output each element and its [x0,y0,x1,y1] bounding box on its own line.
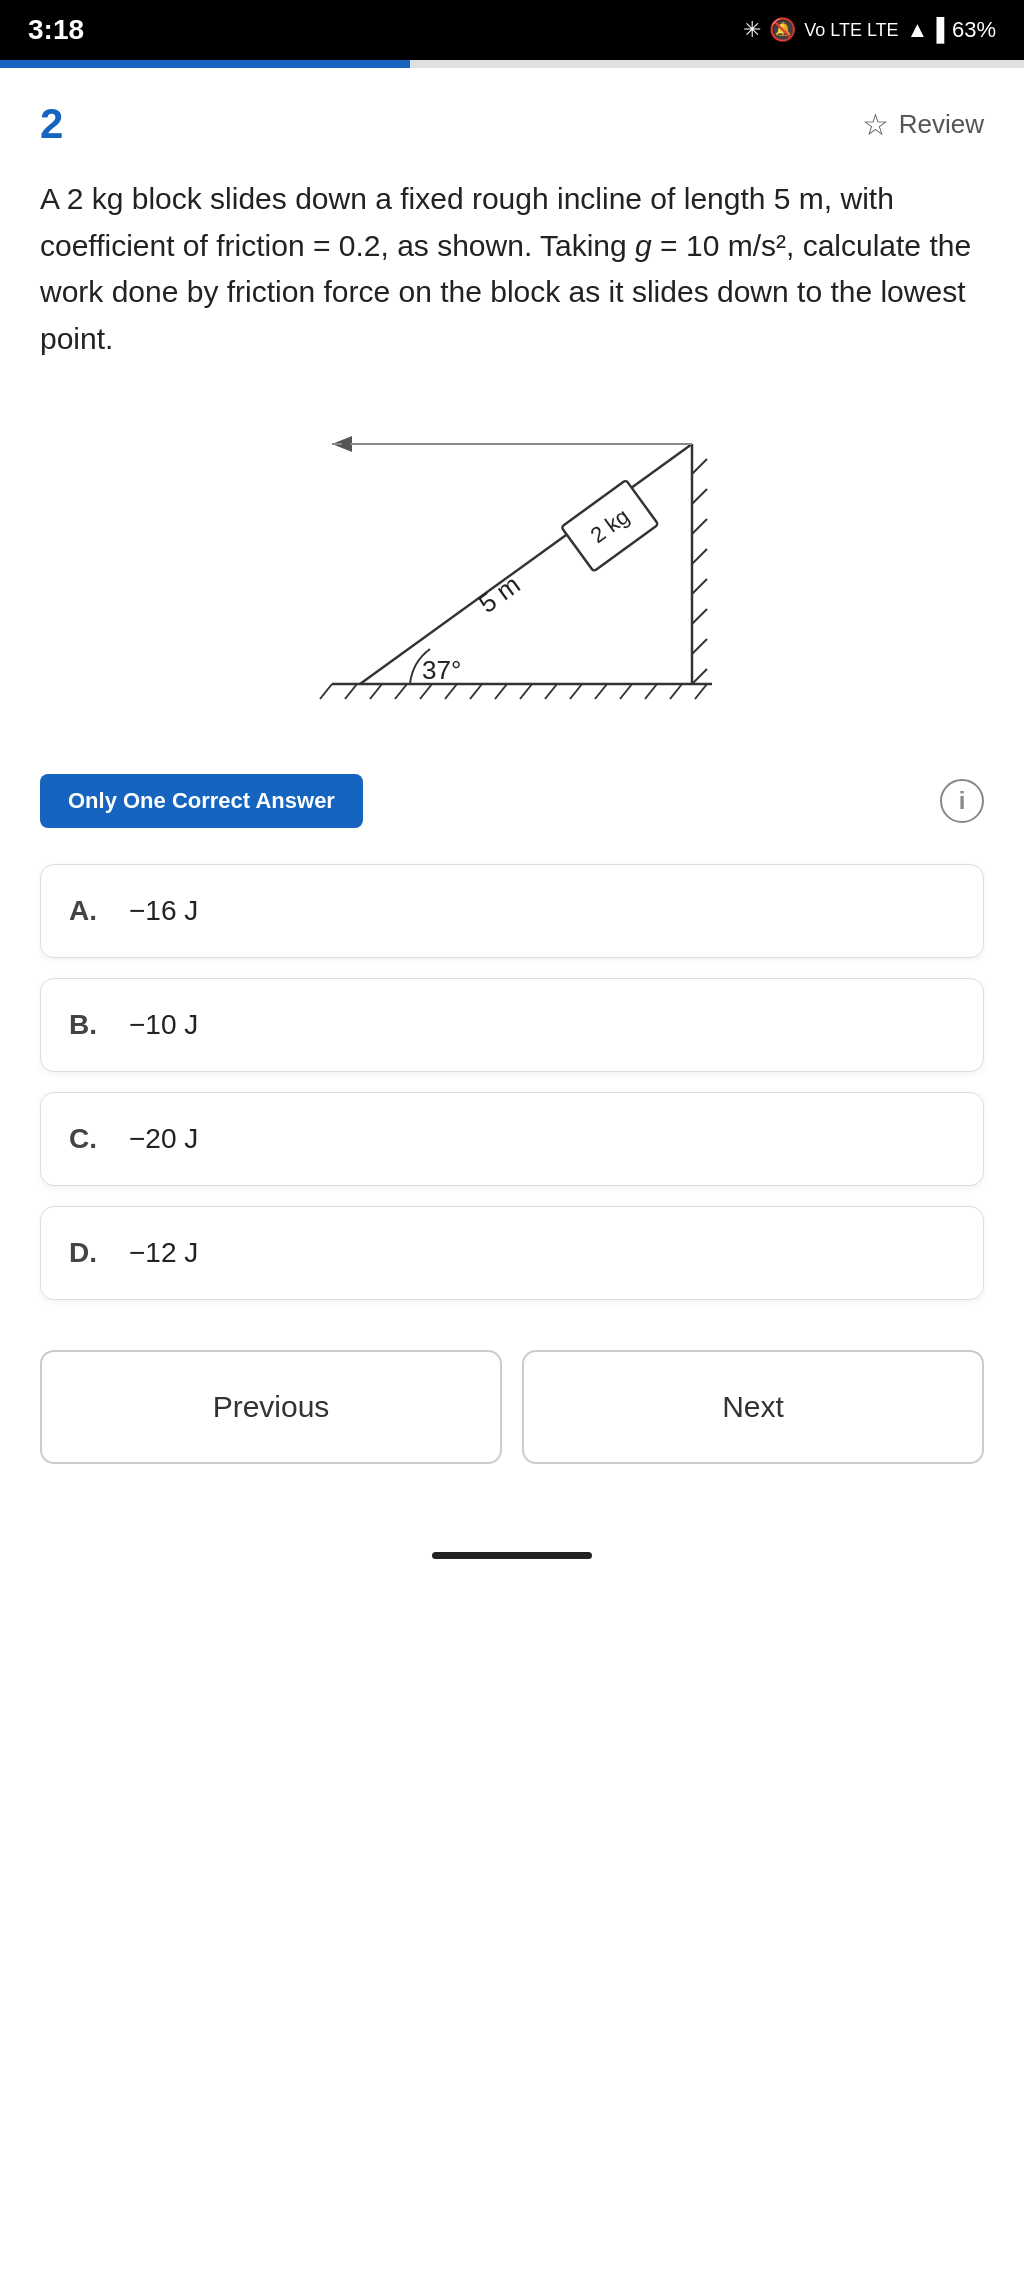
svg-line-20 [692,519,707,534]
mute-icon: 🔕 [769,17,796,43]
option-d[interactable]: D. −12 J [40,1206,984,1300]
svg-line-5 [420,684,432,699]
option-d-value: −12 J [129,1237,198,1269]
svg-line-13 [620,684,632,699]
svg-line-22 [692,579,707,594]
svg-line-2 [345,684,357,699]
battery-icon: ▌63% [936,17,996,43]
question-number: 2 [40,100,63,148]
svg-line-15 [670,684,682,699]
svg-line-25 [692,669,707,684]
option-c[interactable]: C. −20 J [40,1092,984,1186]
previous-button[interactable]: Previous [40,1350,502,1464]
info-icon-label: i [959,787,966,815]
svg-line-24 [692,639,707,654]
svg-line-10 [545,684,557,699]
svg-line-3 [370,684,382,699]
svg-line-12 [595,684,607,699]
review-label: Review [899,109,984,140]
option-d-label: D. [69,1237,129,1269]
options-list: A. −16 J B. −10 J C. −20 J D. −12 J [40,864,984,1300]
svg-line-9 [520,684,532,699]
svg-line-26 [360,444,692,684]
diagram-container: 37° 2 kg 5 m [40,394,984,734]
star-icon: ☆ [862,107,889,142]
option-b-label: B. [69,1009,129,1041]
svg-line-4 [395,684,407,699]
option-c-label: C. [69,1123,129,1155]
info-icon[interactable]: i [940,779,984,823]
option-b-value: −10 J [129,1009,198,1041]
progress-bar-fill [0,60,410,68]
main-content: 2 ☆ Review A 2 kg block slides down a fi… [0,68,1024,1536]
review-button[interactable]: ☆ Review [862,107,984,142]
incline-diagram: 37° 2 kg 5 m [302,394,722,734]
option-b[interactable]: B. −10 J [40,978,984,1072]
svg-line-1 [320,684,332,699]
option-a[interactable]: A. −16 J [40,864,984,958]
svg-line-6 [445,684,457,699]
home-bar [432,1552,592,1559]
svg-text:5 m: 5 m [473,569,526,619]
signal-lte-icon: Vo LTE LTE [804,20,898,41]
svg-line-19 [692,489,707,504]
svg-line-14 [645,684,657,699]
option-a-value: −16 J [129,895,198,927]
svg-line-23 [692,609,707,624]
status-time: 3:18 [28,14,84,46]
next-button[interactable]: Next [522,1350,984,1464]
signal-strength-icon: ▲ [907,17,929,43]
home-indicator [0,1536,1024,1569]
option-a-label: A. [69,895,129,927]
question-text: A 2 kg block slides down a fixed rough i… [40,176,984,362]
progress-bar-container [0,60,1024,68]
svg-line-16 [695,684,707,699]
option-c-value: −20 J [129,1123,198,1155]
question-header: 2 ☆ Review [40,100,984,148]
status-bar: 3:18 ✳ 🔕 Vo LTE LTE ▲ ▌63% [0,0,1024,60]
svg-line-8 [495,684,507,699]
question-text-content: A 2 kg block slides down a fixed rough i… [40,182,971,355]
badge-row: Only One Correct Answer i [40,774,984,828]
svg-line-11 [570,684,582,699]
answer-type-badge: Only One Correct Answer [40,774,363,828]
nav-buttons: Previous Next [40,1350,984,1464]
svg-line-7 [470,684,482,699]
svg-line-18 [692,459,707,474]
status-icons: ✳ 🔕 Vo LTE LTE ▲ ▌63% [743,17,996,43]
svg-text:37°: 37° [422,655,461,685]
bluetooth-icon: ✳ [743,17,761,43]
svg-line-21 [692,549,707,564]
